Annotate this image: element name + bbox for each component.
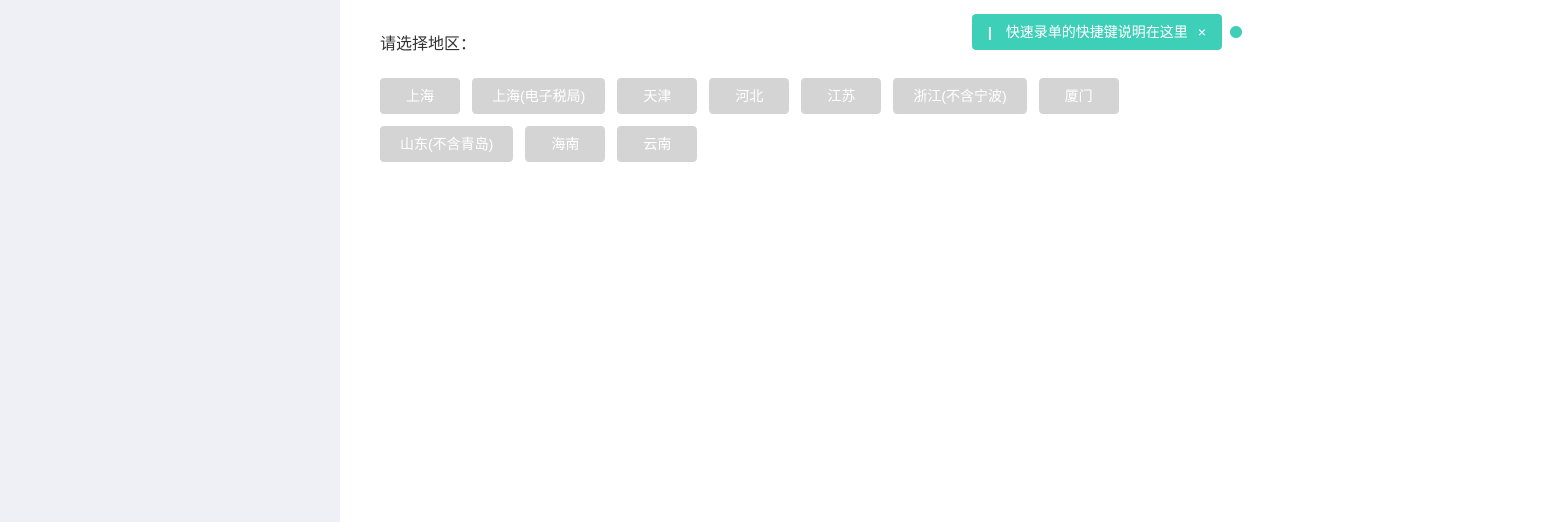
region-row-1: 上海 上海(电子税局) 天津 河北 江苏 浙江(不含宁波) 厦门: [380, 78, 1522, 114]
tooltip-text: 快速录单的快捷键说明在这里: [1006, 22, 1188, 42]
region-btn-shanghai[interactable]: 上海: [380, 78, 460, 114]
tooltip-close-button[interactable]: ×: [1198, 24, 1206, 40]
main-content: 请选择地区： 上海 上海(电子税局) 天津 河北 江苏 浙江(不含宁波) 厦门 …: [340, 0, 1562, 522]
region-btn-shanghai-etax[interactable]: 上海(电子税局): [472, 78, 605, 114]
region-btn-xiamen[interactable]: 厦门: [1039, 78, 1119, 114]
region-btn-shandong[interactable]: 山东(不含青岛): [380, 126, 513, 162]
region-btn-hebei[interactable]: 河北: [709, 78, 789, 114]
page-title: 请选择地区：: [380, 30, 1522, 54]
region-btn-hainan[interactable]: 海南: [525, 126, 605, 162]
tooltip-dot: [1230, 26, 1242, 38]
region-row-2: 山东(不含青岛) 海南 云南: [380, 126, 1522, 162]
region-btn-yunnan[interactable]: 云南: [617, 126, 697, 162]
region-btn-zhejiang[interactable]: 浙江(不含宁波): [893, 78, 1026, 114]
left-sidebar: [0, 0, 340, 522]
tooltip-banner: 快速录单的快捷键说明在这里 ×: [972, 14, 1222, 50]
region-btn-jiangsu[interactable]: 江苏: [801, 78, 881, 114]
region-btn-tianjin[interactable]: 天津: [617, 78, 697, 114]
